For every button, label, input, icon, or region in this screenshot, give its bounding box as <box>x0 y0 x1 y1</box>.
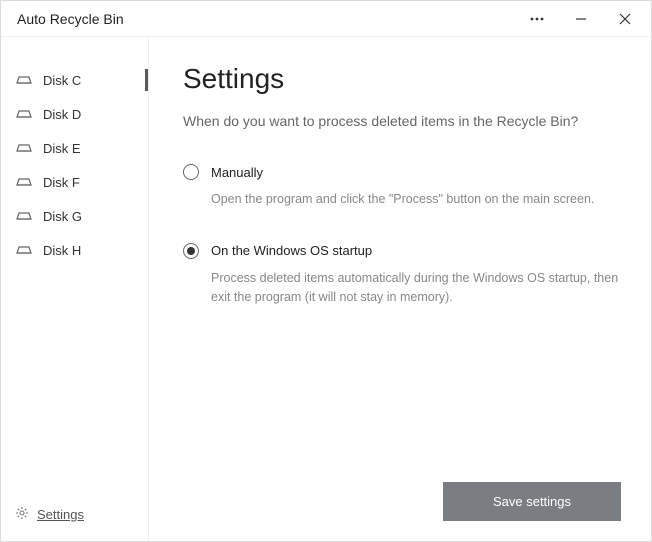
sidebar-item-label: Disk C <box>43 73 81 88</box>
sidebar-item-disk-f[interactable]: Disk F <box>1 165 148 199</box>
option-on-startup: On the Windows OS startup Process delete… <box>183 243 621 307</box>
more-icon <box>530 17 544 21</box>
sidebar-item-disk-h[interactable]: Disk H <box>1 233 148 267</box>
option-manually: Manually Open the program and click the … <box>183 164 621 209</box>
sidebar-item-label: Disk F <box>43 175 80 190</box>
sidebar: Disk C Disk D Disk E <box>1 37 149 541</box>
settings-link[interactable]: Settings <box>15 506 134 523</box>
radio-label: Manually <box>211 165 263 180</box>
sidebar-item-label: Disk G <box>43 209 82 224</box>
minimize-button[interactable] <box>559 1 603 37</box>
sidebar-item-disk-e[interactable]: Disk E <box>1 131 148 165</box>
radio-label: On the Windows OS startup <box>211 243 372 258</box>
sidebar-footer: Settings <box>1 492 148 541</box>
app-window: Auto Recycle Bin Disk <box>0 0 652 542</box>
disk-icon <box>15 243 33 257</box>
gear-icon <box>15 506 29 523</box>
radio-indicator <box>183 164 199 180</box>
disk-icon <box>15 209 33 223</box>
content-area: Disk C Disk D Disk E <box>1 37 651 541</box>
radio-on-startup[interactable]: On the Windows OS startup <box>183 243 621 259</box>
process-mode-group: Manually Open the program and click the … <box>183 164 621 340</box>
close-icon <box>619 13 631 25</box>
page-title: Settings <box>183 63 621 95</box>
radio-manually[interactable]: Manually <box>183 164 621 180</box>
sidebar-item-disk-g[interactable]: Disk G <box>1 199 148 233</box>
disk-icon <box>15 141 33 155</box>
disk-icon <box>15 73 33 87</box>
sidebar-item-label: Disk D <box>43 107 81 122</box>
disk-list: Disk C Disk D Disk E <box>1 63 148 492</box>
sidebar-item-disk-c[interactable]: Disk C <box>1 63 148 97</box>
settings-link-label: Settings <box>37 507 84 522</box>
disk-icon <box>15 107 33 121</box>
page-subtitle: When do you want to process deleted item… <box>183 111 621 132</box>
titlebar: Auto Recycle Bin <box>1 1 651 37</box>
sidebar-item-label: Disk E <box>43 141 81 156</box>
minimize-icon <box>575 13 587 25</box>
sidebar-item-label: Disk H <box>43 243 81 258</box>
close-button[interactable] <box>603 1 647 37</box>
footer-bar: Save settings <box>443 482 621 521</box>
save-button[interactable]: Save settings <box>443 482 621 521</box>
app-title: Auto Recycle Bin <box>17 11 124 27</box>
disk-icon <box>15 175 33 189</box>
radio-indicator <box>183 243 199 259</box>
sidebar-item-disk-d[interactable]: Disk D <box>1 97 148 131</box>
main-panel: Settings When do you want to process del… <box>149 37 651 541</box>
more-button[interactable] <box>515 1 559 37</box>
radio-description: Open the program and click the "Process"… <box>211 190 621 209</box>
radio-description: Process deleted items automatically duri… <box>211 269 621 307</box>
